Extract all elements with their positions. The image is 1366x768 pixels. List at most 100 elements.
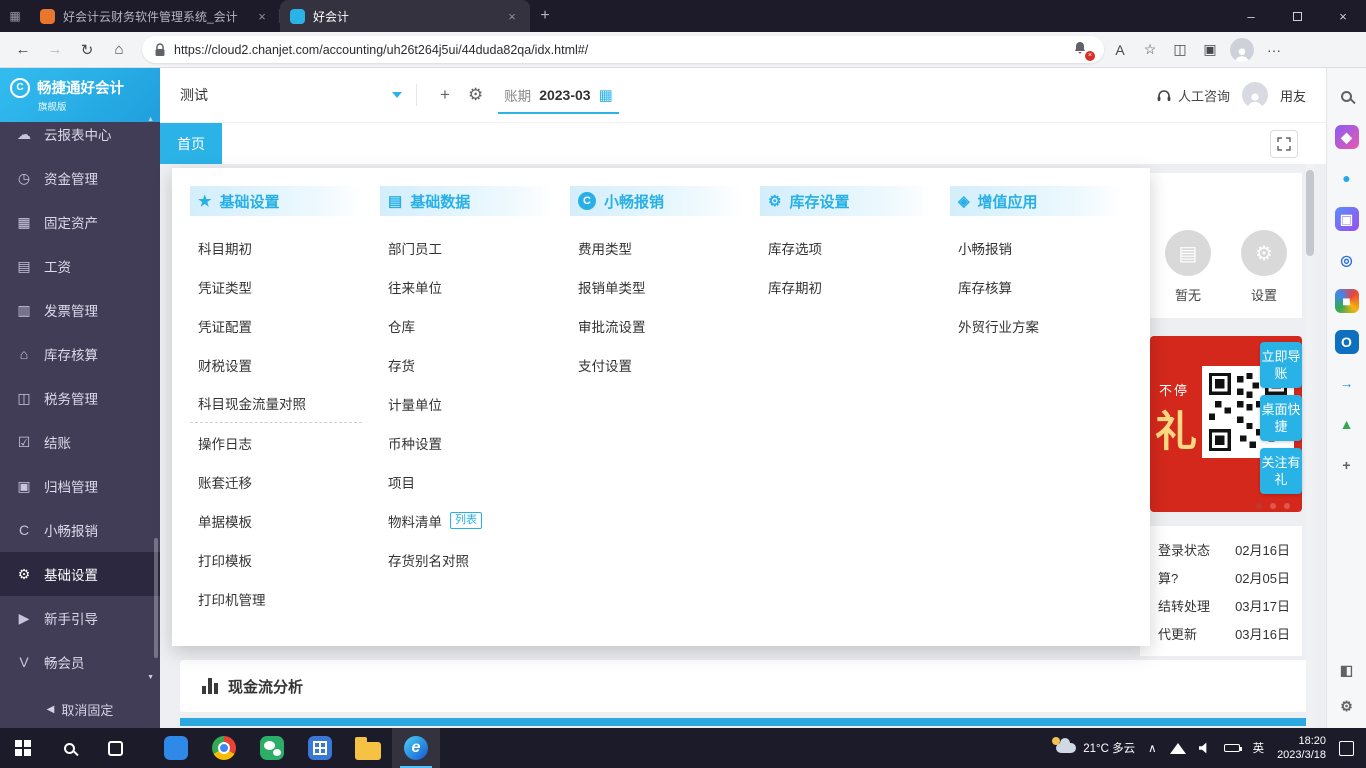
drop-icon[interactable]: ● xyxy=(1335,166,1359,190)
taskbar-chrome[interactable] xyxy=(200,728,248,768)
browser-tab[interactable]: 好会计云财务软件管理系统_会计 × xyxy=(30,0,280,32)
tab-close-icon[interactable]: × xyxy=(504,9,520,24)
menu-item[interactable]: 小畅报销 xyxy=(950,228,1122,267)
clock[interactable]: 18:20 2023/3/18 xyxy=(1277,734,1326,763)
action-center-icon[interactable] xyxy=(1339,740,1354,756)
weather-widget[interactable]: 21°C 多云 xyxy=(1052,737,1135,756)
read-aloud-icon[interactable]: A xyxy=(1106,36,1134,64)
quick-action[interactable]: ⚙ 设置 xyxy=(1241,230,1287,304)
task-view-button[interactable] xyxy=(92,728,138,768)
workspace-icon[interactable]: ▦ xyxy=(0,0,30,32)
sidebar-settings-icon[interactable]: ⚙ xyxy=(1335,694,1359,718)
minimize-button[interactable]: – xyxy=(1228,0,1274,32)
menu-item[interactable]: 单据模板 xyxy=(190,501,362,540)
browser-tab[interactable]: 好会计 × xyxy=(280,0,530,32)
games-icon[interactable]: ▣ xyxy=(1334,207,1359,231)
close-button[interactable]: × xyxy=(1320,0,1366,32)
refresh-button[interactable]: ↻ xyxy=(72,36,102,64)
menu-item[interactable]: 打印机管理 xyxy=(190,579,362,618)
reminder-row[interactable]: 代更新 03月16日 xyxy=(1158,620,1290,646)
page-scrollbar-thumb[interactable] xyxy=(1306,170,1314,256)
forward-button[interactable]: → xyxy=(40,36,70,64)
add-apps-icon[interactable]: + xyxy=(1335,453,1359,477)
banner-action-button[interactable]: 桌面快捷 xyxy=(1260,395,1302,441)
volume-icon[interactable] xyxy=(1198,742,1207,754)
split-screen-icon[interactable]: ◫ xyxy=(1166,36,1194,64)
user-name[interactable]: 用友 xyxy=(1280,86,1306,105)
menu-item[interactable]: 科目期初 xyxy=(190,228,362,267)
fullscreen-toggle-button[interactable] xyxy=(1270,130,1298,158)
menu-item[interactable]: 打印模板 xyxy=(190,540,362,579)
carousel-dot[interactable] xyxy=(1270,503,1276,509)
taskbar-folder[interactable] xyxy=(344,728,392,768)
taskbar-wechat[interactable] xyxy=(248,728,296,768)
taskbar-search-button[interactable] xyxy=(46,728,92,768)
menu-item[interactable]: 报销单类型 xyxy=(570,267,742,306)
menu-item[interactable]: 账套迁移 xyxy=(190,462,362,501)
browser-menu-icon[interactable]: ··· xyxy=(1260,36,1288,64)
reminder-row[interactable]: 登录状态 02月16日 xyxy=(1158,536,1290,562)
network-icon[interactable] xyxy=(1169,742,1186,754)
sidebar-item[interactable]: ☁ 云报表中心 xyxy=(0,112,160,156)
input-language-indicator[interactable]: 英 xyxy=(1253,740,1265,756)
menu-item[interactable]: 币种设置 xyxy=(380,423,552,462)
sidebar-item[interactable]: ▤ 工资 xyxy=(0,244,160,288)
collections-icon[interactable]: ▣ xyxy=(1196,36,1224,64)
account-settings-icon[interactable]: ⚙ xyxy=(468,85,483,105)
sidebar-item[interactable]: ⚙ 基础设置 xyxy=(0,552,160,596)
menu-item[interactable]: 仓库 xyxy=(380,306,552,345)
menu-item[interactable]: 部门员工 xyxy=(380,228,552,267)
sidebar-item[interactable]: C 小畅报销 xyxy=(0,508,160,552)
reminder-row[interactable]: 结转处理 03月17日 xyxy=(1158,592,1290,618)
url-text[interactable]: https://cloud2.chanjet.com/accounting/uh… xyxy=(174,43,1064,57)
outlook-icon[interactable]: O xyxy=(1334,330,1359,354)
microsoft-365-icon[interactable]: ■ xyxy=(1334,289,1359,313)
sidebar-item[interactable]: ☑ 结账 xyxy=(0,420,160,464)
menu-item[interactable]: 物料清单 列表 xyxy=(380,501,552,540)
back-button[interactable]: ← xyxy=(8,36,38,64)
sidebar-item[interactable]: ▣ 归档管理 xyxy=(0,464,160,508)
sidebar-scrollbar[interactable] xyxy=(154,538,158,658)
unpin-sidebar-button[interactable]: ◀ 取消固定 xyxy=(0,700,160,719)
accounting-period[interactable]: 账期 2023-03 ▦ xyxy=(498,68,619,122)
share-arrow-icon[interactable]: → xyxy=(1335,371,1359,395)
menu-item[interactable]: 费用类型 xyxy=(570,228,742,267)
taskbar-edge[interactable]: e xyxy=(392,728,440,768)
menu-item[interactable]: 存货 xyxy=(380,345,552,384)
tab-home[interactable]: 首页 xyxy=(160,123,222,165)
battery-icon[interactable] xyxy=(1223,744,1242,752)
tray-chevron-up-icon[interactable]: ∧ xyxy=(1148,741,1156,755)
page-scrollbar[interactable] xyxy=(1306,164,1314,728)
menu-item[interactable]: 凭证配置 xyxy=(190,306,362,345)
carousel-dot[interactable] xyxy=(1284,503,1290,509)
menu-item[interactable]: 往来单位 xyxy=(380,267,552,306)
menu-item[interactable]: 库存核算 xyxy=(950,267,1122,306)
menu-item[interactable]: 审批流设置 xyxy=(570,306,742,345)
menu-item[interactable]: 存货别名对照 xyxy=(380,540,552,579)
sidebar-scroll-down-icon[interactable]: ▼ xyxy=(147,674,154,681)
sidebar-scroll-up-icon[interactable]: ▲ xyxy=(147,116,154,123)
favorites-icon[interactable]: ☆ xyxy=(1136,36,1164,64)
user-avatar[interactable] xyxy=(1241,82,1268,108)
sidebar-item[interactable]: ◷ 资金管理 xyxy=(0,156,160,200)
menu-item[interactable]: 项目 xyxy=(380,462,552,501)
notifications-blocked-icon[interactable]: × xyxy=(1072,40,1095,61)
reminder-row[interactable]: 算? 02月05日 xyxy=(1158,564,1290,590)
address-bar[interactable]: https://cloud2.chanjet.com/accounting/uh… xyxy=(142,36,1104,63)
home-button[interactable]: ⌂ xyxy=(104,36,134,64)
menu-item[interactable]: 支付设置 xyxy=(570,345,742,384)
taskbar-app-blue[interactable] xyxy=(152,728,200,768)
menu-item[interactable]: 库存选项 xyxy=(760,228,932,267)
menu-item[interactable]: 库存期初 xyxy=(760,267,932,306)
browser-profile-avatar[interactable] xyxy=(1230,37,1254,62)
menu-item[interactable]: 科目现金流量对照 xyxy=(190,384,362,423)
sidebar-item[interactable]: V 畅会员 xyxy=(0,640,160,684)
banner-action-button[interactable]: 关注有礼 xyxy=(1260,448,1302,494)
sidebar-item[interactable]: ▥ 发票管理 xyxy=(0,288,160,332)
banner-carousel-dots[interactable] xyxy=(1256,503,1290,509)
menu-item[interactable]: 财税设置 xyxy=(190,345,362,384)
growth-icon[interactable]: ▲ xyxy=(1335,412,1359,436)
menu-item[interactable]: 计量单位 xyxy=(380,384,552,423)
sidebar-item[interactable]: ⌂ 库存核算 xyxy=(0,332,160,376)
sidebar-item[interactable]: ▦ 固定资产 xyxy=(0,200,160,244)
